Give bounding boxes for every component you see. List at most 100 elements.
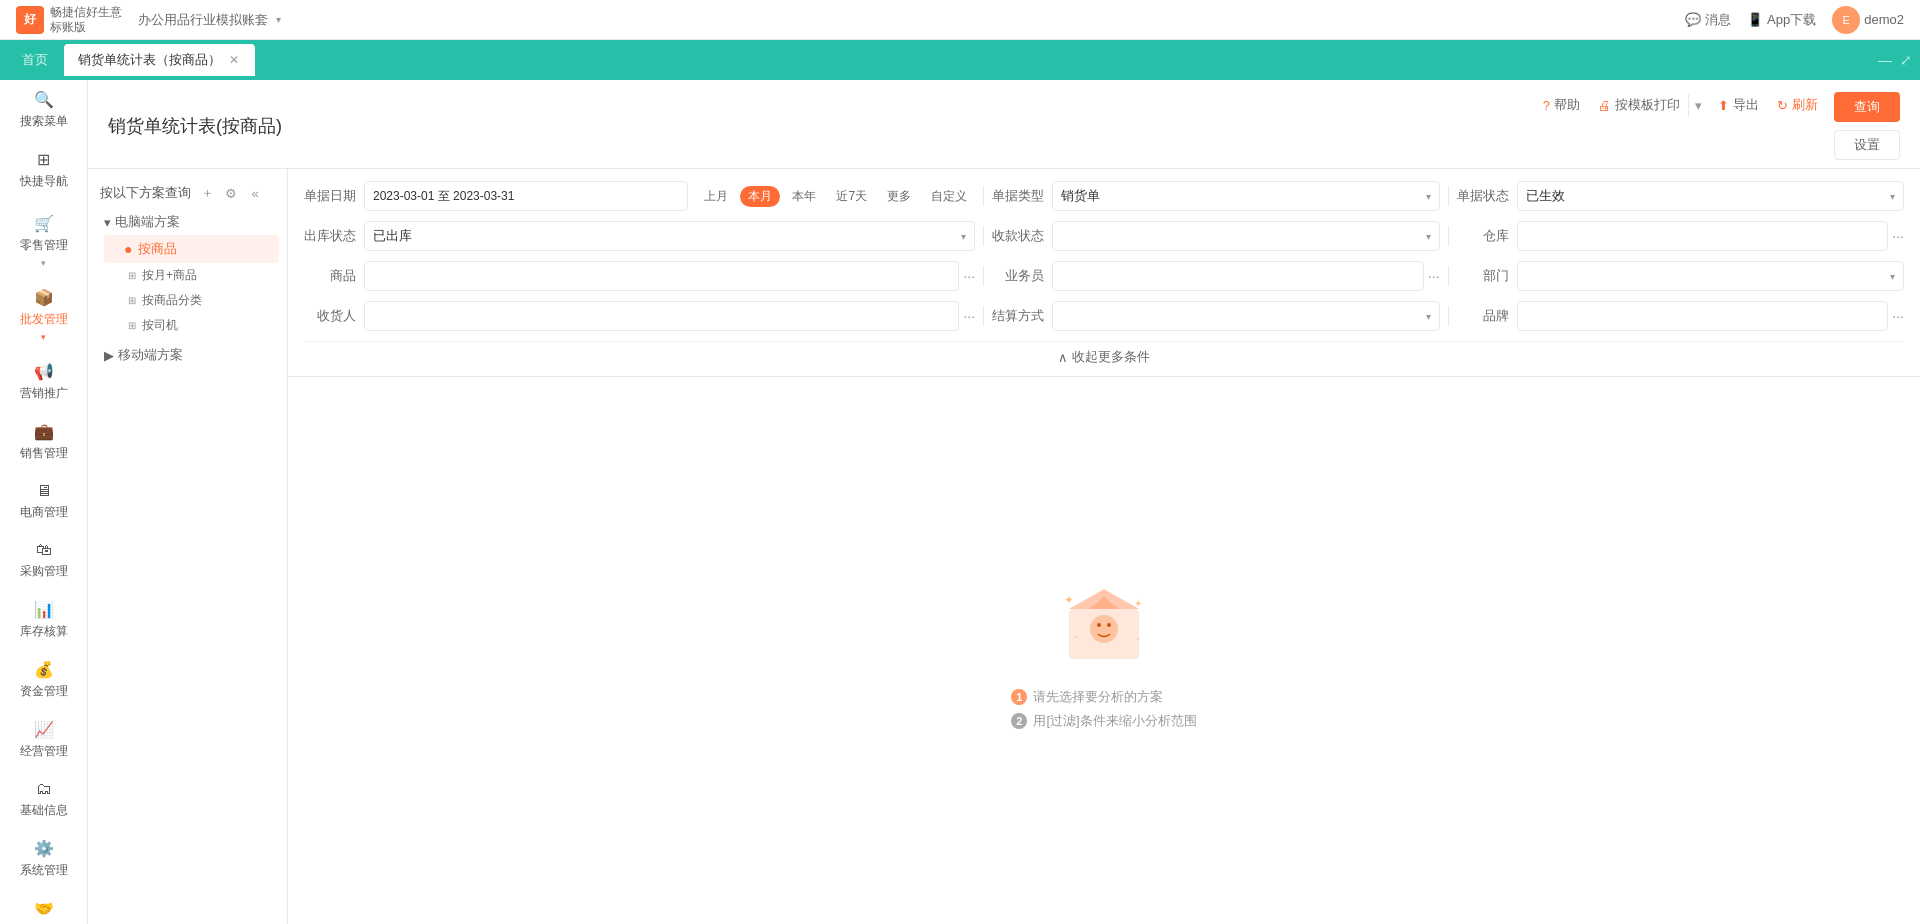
salesperson-input[interactable] xyxy=(1052,261,1424,291)
panel-settings-button[interactable]: ⚙ xyxy=(221,183,241,203)
minimize-icon[interactable]: — xyxy=(1878,52,1892,68)
panel-sub-icon-1: ⊞ xyxy=(128,270,136,281)
panel-item-by-cashier[interactable]: ⊞ 按司机 xyxy=(104,313,279,338)
print-dropdown-button[interactable]: ▾ xyxy=(1688,94,1708,117)
tab-close-icon[interactable]: ✕ xyxy=(227,51,241,69)
date-pill-this-year[interactable]: 本年 xyxy=(784,186,824,207)
panel-item-by-category[interactable]: ⊞ 按商品分类 xyxy=(104,288,279,313)
sidebar-item-retail[interactable]: 🛒 零售管理 ▾ xyxy=(0,204,87,278)
industry-label: 办公用品行业模拟账套 xyxy=(138,11,268,29)
tab-sales-report[interactable]: 销货单统计表（按商品） ✕ xyxy=(64,44,255,76)
sidebar-item-procurement[interactable]: 🛍 采购管理 xyxy=(0,531,87,590)
svg-point-3 xyxy=(1090,615,1118,643)
empty-hint-1: 请先选择要分析的方案 xyxy=(1033,688,1163,706)
user-profile[interactable]: E demo2 xyxy=(1832,6,1904,34)
doc-status-select[interactable]: 已生效 ▾ xyxy=(1517,181,1904,211)
doc-type-control: 销货单 ▾ xyxy=(1052,181,1439,211)
date-pill-last-month[interactable]: 上月 xyxy=(696,186,736,207)
panel-add-button[interactable]: ＋ xyxy=(197,183,217,203)
sidebar-item-sales[interactable]: 💼 销售管理 xyxy=(0,412,87,472)
warehouse-input[interactable] xyxy=(1517,221,1889,251)
date-pill-this-month[interactable]: 本月 xyxy=(740,186,780,207)
recipient-input[interactable] xyxy=(364,301,959,331)
help-button[interactable]: ? 帮助 xyxy=(1535,92,1588,118)
panel-group-desktop: ▾ 电脑端方案 ● 按商品 ⊞ 按月+商品 ⊞ xyxy=(88,209,287,338)
panel-group-mobile-label: 移动端方案 xyxy=(118,346,183,364)
industry-dropdown-icon[interactable]: ▾ xyxy=(276,14,281,25)
department-select[interactable]: ▾ xyxy=(1517,261,1904,291)
panel-item-by-product[interactable]: ● 按商品 xyxy=(104,235,279,263)
panel-item-icon-active: ● xyxy=(124,241,132,257)
panel-collapse-button[interactable]: « xyxy=(245,183,265,203)
panel-header: 按以下方案查询 ＋ ⚙ « xyxy=(88,177,287,209)
brand-control: ··· xyxy=(1517,301,1904,331)
dept-arrow: ▾ xyxy=(1890,271,1895,282)
panel-group-desktop-header[interactable]: ▾ 电脑端方案 xyxy=(96,209,279,235)
left-panel: 按以下方案查询 ＋ ⚙ « ▾ 电脑端方案 ● 按 xyxy=(88,169,288,924)
page-title: 销货单统计表(按商品) xyxy=(108,114,282,138)
print-button[interactable]: 🖨 按模板打印 xyxy=(1590,92,1688,118)
setting-button[interactable]: 设置 xyxy=(1834,130,1900,160)
panel-group-label: 电脑端方案 xyxy=(115,213,180,231)
empty-svg: ✦ ✦ • • xyxy=(1049,569,1159,669)
recipient-dots[interactable]: ··· xyxy=(963,308,975,324)
warehouse-status-select[interactable]: 已出库 ▾ xyxy=(364,221,975,251)
collapse-icon: ∧ xyxy=(1058,350,1068,365)
query-setting-group: 查询 设置 xyxy=(1834,92,1900,160)
collapse-button[interactable]: ∧ 收起更多条件 xyxy=(304,341,1904,372)
filter-row-1: 单据日期 2023-03-01 至 2023-03-31 上月 本月 本年 近7… xyxy=(304,181,1904,211)
salesperson-dots[interactable]: ··· xyxy=(1428,268,1440,284)
payment-status-select[interactable]: ▾ xyxy=(1052,221,1439,251)
doc-type-select[interactable]: 销货单 ▾ xyxy=(1052,181,1439,211)
brand-dots[interactable]: ··· xyxy=(1892,308,1904,324)
product-dots[interactable]: ··· xyxy=(963,268,975,284)
panel-item-by-month-product[interactable]: ⊞ 按月+商品 xyxy=(104,263,279,288)
retail-expand-icon: ▾ xyxy=(41,258,46,268)
warehouse-dots[interactable]: ··· xyxy=(1892,228,1904,244)
message-button[interactable]: 💬 消息 xyxy=(1685,11,1731,29)
date-pill-more[interactable]: 更多 xyxy=(879,186,919,207)
print-button-group: 🖨 按模板打印 ▾ xyxy=(1590,92,1708,118)
sidebar-item-marketing[interactable]: 📢 营销推广 xyxy=(0,352,87,412)
filter-row-4: 收货人 ··· 结算方式 ▾ xyxy=(304,301,1904,331)
settlement-select[interactable]: ▾ xyxy=(1052,301,1439,331)
print-icon: 🖨 xyxy=(1598,98,1611,113)
tab-home[interactable]: 首页 xyxy=(8,44,62,76)
sidebar-search[interactable]: 🔍 搜索菜单 xyxy=(0,80,87,140)
export-icon: ⬆ xyxy=(1718,98,1729,113)
tab-sales-report-label: 销货单统计表（按商品） xyxy=(78,51,221,69)
product-input[interactable] xyxy=(364,261,959,291)
shortcut-icon: ⊞ xyxy=(37,150,50,169)
right-content: 单据日期 2023-03-01 至 2023-03-31 上月 本月 本年 近7… xyxy=(288,169,1920,924)
panel-group-mobile: ▶ 移动端方案 xyxy=(88,342,287,368)
department-label: 部门 xyxy=(1457,267,1517,285)
settlement-label: 结算方式 xyxy=(992,307,1052,325)
date-pill-custom[interactable]: 自定义 xyxy=(923,186,975,207)
operations-icon: 📈 xyxy=(34,720,54,739)
app-download-button[interactable]: 📱 App下载 xyxy=(1747,11,1816,29)
sidebar-item-operations[interactable]: 📈 经营管理 xyxy=(0,710,87,770)
warehouse-control: ··· xyxy=(1517,221,1904,251)
sidebar-item-wholesale[interactable]: 📦 批发管理 ▾ xyxy=(0,278,87,352)
logo-area: 好 畅捷信好生意 标账版 xyxy=(16,5,122,34)
payment-status-control: ▾ xyxy=(1052,221,1439,251)
brand-input[interactable] xyxy=(1517,301,1889,331)
maximize-icon[interactable]: ⤢ xyxy=(1900,52,1912,68)
query-button[interactable]: 查询 xyxy=(1834,92,1900,122)
panel-group-mobile-header[interactable]: ▶ 移动端方案 xyxy=(96,342,279,368)
sidebar-item-inventory[interactable]: 📊 库存核算 xyxy=(0,590,87,650)
sidebar-item-ecommerce[interactable]: 🖥 电商管理 xyxy=(0,472,87,531)
wh-status-arrow: ▾ xyxy=(961,231,966,242)
wholesale-expand-icon: ▾ xyxy=(41,332,46,342)
refresh-button[interactable]: ↻ 刷新 xyxy=(1769,92,1826,118)
export-button[interactable]: ⬆ 导出 xyxy=(1710,92,1767,118)
date-range-input[interactable]: 2023-03-01 至 2023-03-31 xyxy=(364,181,688,211)
sidebar-item-finance[interactable]: 💰 资金管理 xyxy=(0,650,87,710)
sidebar-item-basic[interactable]: 🗂 基础信息 xyxy=(0,770,87,829)
date-pill-last7days[interactable]: 近7天 xyxy=(828,186,875,207)
sidebar-shortcut[interactable]: ⊞ 快捷导航 xyxy=(0,140,87,200)
salesperson-control: ··· xyxy=(1052,261,1439,291)
sidebar-item-system[interactable]: ⚙️ 系统管理 xyxy=(0,829,87,889)
svg-text:✦: ✦ xyxy=(1064,593,1074,607)
sidebar-item-enterprise[interactable]: 🤝 企业协同 xyxy=(0,889,87,924)
